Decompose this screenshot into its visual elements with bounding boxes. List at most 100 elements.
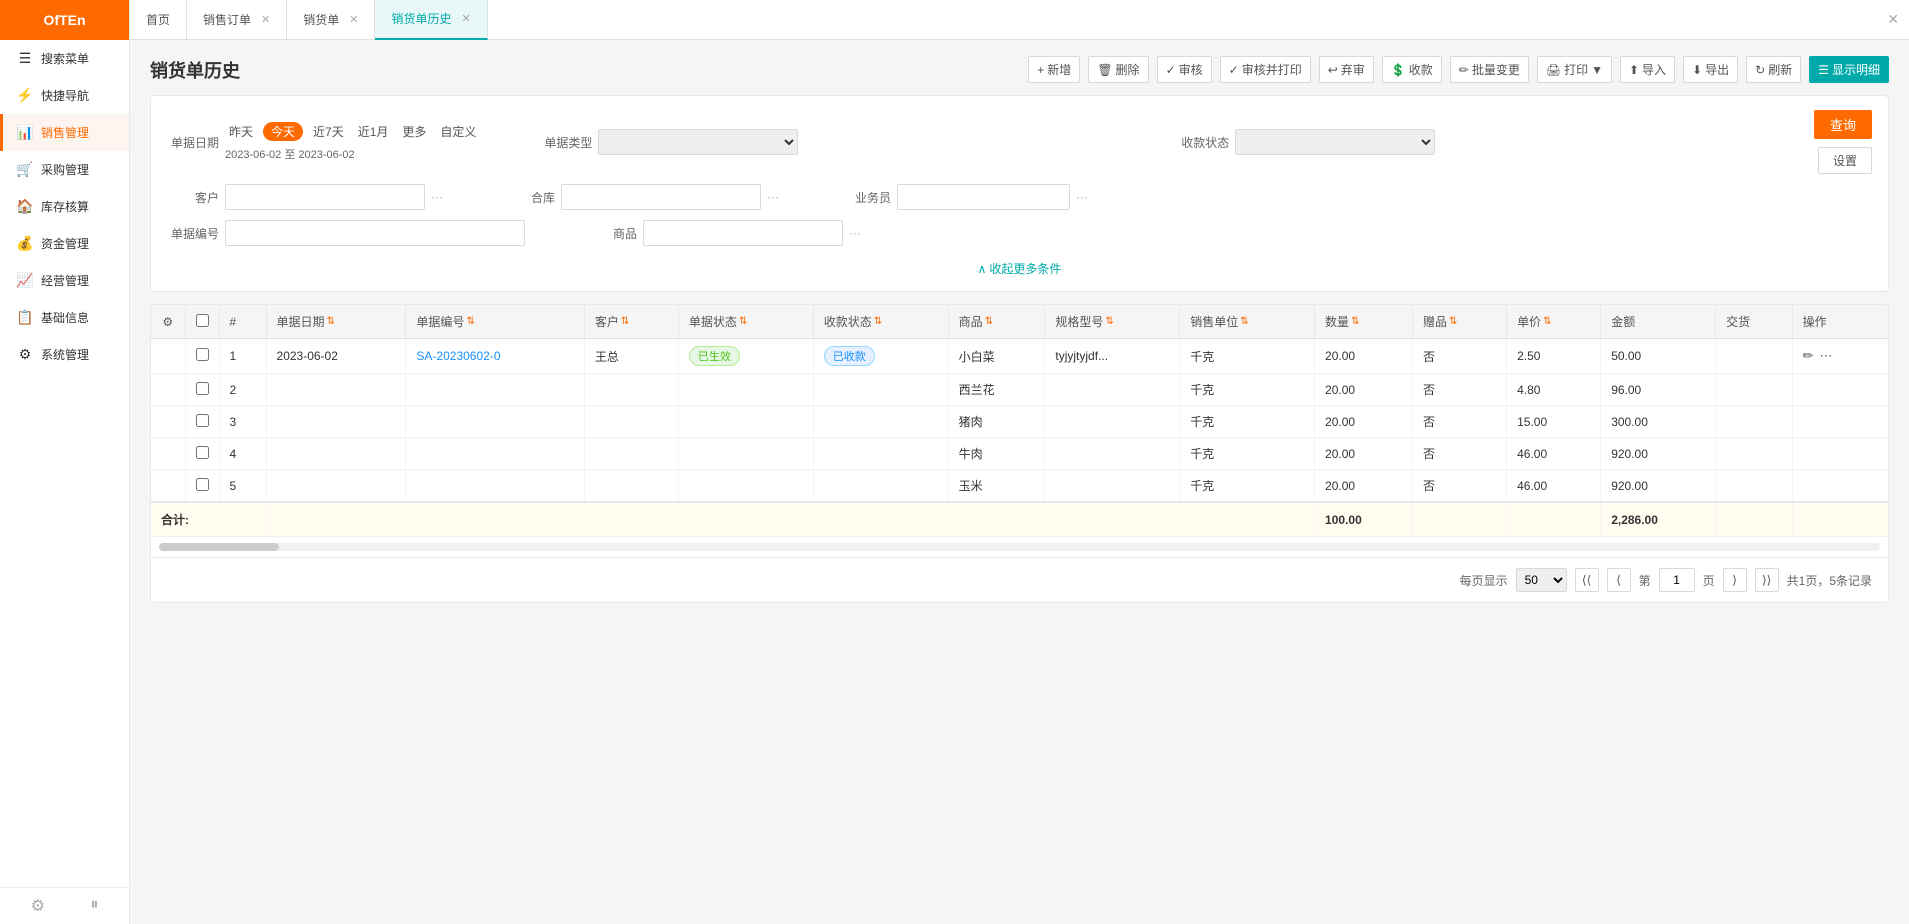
row-doc-no[interactable]: SA-20230602-0: [406, 339, 584, 374]
date-shortcut-yesterday[interactable]: 昨天: [225, 122, 257, 141]
product-ellipsis[interactable]: ···: [849, 226, 861, 240]
sidebar-settings-icon[interactable]: ⚙: [31, 896, 45, 916]
sidebar-pause-icon[interactable]: ⏸: [90, 896, 98, 916]
page-next-button[interactable]: ⟩: [1723, 568, 1747, 592]
th-unit[interactable]: 销售单位⇅: [1180, 305, 1315, 339]
set-button[interactable]: 设置: [1818, 147, 1872, 174]
tab-sales-order-close[interactable]: ✕: [261, 13, 270, 26]
date-shortcut-more[interactable]: 更多: [398, 122, 430, 141]
edit-icon[interactable]: ✏: [1803, 348, 1814, 363]
th-settings[interactable]: ⚙: [151, 305, 185, 339]
sidebar-item-sales-mgmt[interactable]: 📊 销售管理: [0, 114, 129, 151]
sidebar-item-label: 库存核算: [41, 198, 89, 215]
th-product[interactable]: 商品⇅: [948, 305, 1045, 339]
salesperson-input[interactable]: [897, 184, 1070, 210]
show-detail-button[interactable]: ☰ 显示明细: [1809, 56, 1889, 83]
print-button[interactable]: 🖨 打印 ▼: [1537, 56, 1612, 83]
salesperson-ellipsis[interactable]: ···: [1076, 190, 1088, 204]
sidebar-item-operations[interactable]: 📈 经营管理: [0, 262, 129, 299]
page-number-input[interactable]: [1659, 568, 1695, 592]
sidebar-item-sys-mgmt[interactable]: ⚙ 系统管理: [0, 336, 129, 373]
row-checkbox[interactable]: [196, 382, 209, 395]
th-checkbox[interactable]: [185, 305, 219, 339]
row-doc-no[interactable]: [406, 438, 584, 470]
th-unit-price[interactable]: 单价⇅: [1507, 305, 1601, 339]
row-unit: 千克: [1180, 406, 1315, 438]
th-spec[interactable]: 规格型号⇅: [1045, 305, 1180, 339]
sidebar-item-quick-nav[interactable]: ⚡ 快捷导航: [0, 77, 129, 114]
date-shortcut-today[interactable]: 今天: [263, 122, 303, 141]
more-icon[interactable]: ⋯: [1820, 348, 1833, 363]
date-shortcut-1month[interactable]: 近1月: [354, 122, 393, 141]
row-checkbox[interactable]: [196, 478, 209, 491]
date-shortcut-custom[interactable]: 自定义: [436, 122, 480, 141]
tab-sales-order[interactable]: 销售订单 ✕: [187, 0, 287, 40]
collect-button[interactable]: 💲 收款: [1382, 56, 1442, 83]
warehouse-ellipsis[interactable]: ···: [767, 190, 779, 204]
customer-ellipsis[interactable]: ···: [431, 190, 443, 204]
th-gift[interactable]: 赠品⇅: [1413, 305, 1507, 339]
export-button[interactable]: ⬇ 导出: [1683, 56, 1738, 83]
row-checkbox-cell[interactable]: [185, 438, 219, 470]
page-size-select[interactable]: 50 100: [1516, 568, 1567, 592]
select-all-checkbox[interactable]: [196, 314, 209, 327]
th-customer[interactable]: 客户⇅: [584, 305, 678, 339]
row-doc-no[interactable]: [406, 374, 584, 406]
table-scroll[interactable]: ⚙ # 单据日期⇅ 单据编号⇅ 客户⇅ 单据状态⇅ 收款状态⇅ 商品⇅ 规格型号…: [151, 305, 1888, 537]
filter-warehouse: 合库 ···: [503, 184, 779, 210]
delete-button[interactable]: 🗑 删除: [1088, 56, 1148, 83]
tab-sales-delivery-close[interactable]: ✕: [349, 13, 358, 26]
add-button[interactable]: + 新增: [1028, 56, 1080, 83]
row-checkbox[interactable]: [196, 348, 209, 361]
approve-button[interactable]: ✓ 审核: [1157, 56, 1212, 83]
customer-input[interactable]: [225, 184, 425, 210]
row-checkbox[interactable]: [196, 446, 209, 459]
product-input[interactable]: [643, 220, 843, 246]
th-qty[interactable]: 数量⇅: [1315, 305, 1413, 339]
discard-button[interactable]: ↩ 弃审: [1319, 56, 1374, 83]
row-checkbox-cell[interactable]: [185, 406, 219, 438]
tab-home[interactable]: 首页: [130, 0, 187, 40]
import-button[interactable]: ⬆ 导入: [1620, 56, 1675, 83]
horizontal-scrollbar[interactable]: [159, 543, 1880, 551]
tab-sales-history-close[interactable]: ✕: [462, 12, 471, 25]
row-doc-no[interactable]: [406, 406, 584, 438]
batch-change-button[interactable]: ✏ 批量变更: [1450, 56, 1529, 83]
doc-no-input[interactable]: [225, 220, 525, 246]
tab-sales-delivery[interactable]: 销货单 ✕: [287, 0, 375, 40]
row-checkbox-cell[interactable]: [185, 374, 219, 406]
sidebar-item-purchase-mgmt[interactable]: 🛒 采购管理: [0, 151, 129, 188]
collapse-label: 收起更多条件: [989, 260, 1061, 277]
approve-print-button[interactable]: ✓ 审核并打印: [1220, 56, 1311, 83]
tab-sales-history[interactable]: 销货单历史 ✕: [375, 0, 487, 40]
page-first-button[interactable]: ⟨⟨: [1575, 568, 1599, 592]
row-checkbox[interactable]: [196, 414, 209, 427]
page-last-button[interactable]: ⟩⟩: [1755, 568, 1779, 592]
tab-bar-close-all[interactable]: ✕: [1887, 11, 1909, 28]
row-doc-no[interactable]: [406, 470, 584, 503]
scrollbar-thumb[interactable]: [159, 543, 279, 551]
collapse-button[interactable]: ∧ 收起更多条件: [978, 260, 1062, 277]
inventory-icon: 🏠: [17, 199, 33, 215]
sidebar-item-inventory[interactable]: 🏠 库存核算: [0, 188, 129, 225]
date-shortcut-7days[interactable]: 近7天: [309, 122, 348, 141]
row-checkbox-cell[interactable]: [185, 339, 219, 374]
sidebar-item-basic-info[interactable]: 📋 基础信息: [0, 299, 129, 336]
th-doc-no[interactable]: 单据编号⇅: [406, 305, 584, 339]
type-select[interactable]: [598, 129, 798, 155]
warehouse-input[interactable]: [561, 184, 761, 210]
th-pay-status[interactable]: 收款状态⇅: [813, 305, 948, 339]
th-transaction: 交货: [1716, 305, 1792, 339]
page-prev-button[interactable]: ⟨: [1607, 568, 1631, 592]
refresh-button[interactable]: ↻ 刷新: [1746, 56, 1801, 83]
filter-product: 商品 ···: [585, 220, 861, 246]
summary-total-amount: 2,286.00: [1601, 502, 1716, 537]
sidebar-item-search-menu[interactable]: ☰ 搜索菜单: [0, 40, 129, 77]
payment-select[interactable]: [1235, 129, 1435, 155]
row-doc-status: [678, 374, 813, 406]
th-doc-status[interactable]: 单据状态⇅: [678, 305, 813, 339]
sidebar-item-finance[interactable]: 💰 资金管理: [0, 225, 129, 262]
row-checkbox-cell[interactable]: [185, 470, 219, 503]
th-date[interactable]: 单据日期⇅: [266, 305, 406, 339]
query-button[interactable]: 查询: [1814, 110, 1872, 139]
